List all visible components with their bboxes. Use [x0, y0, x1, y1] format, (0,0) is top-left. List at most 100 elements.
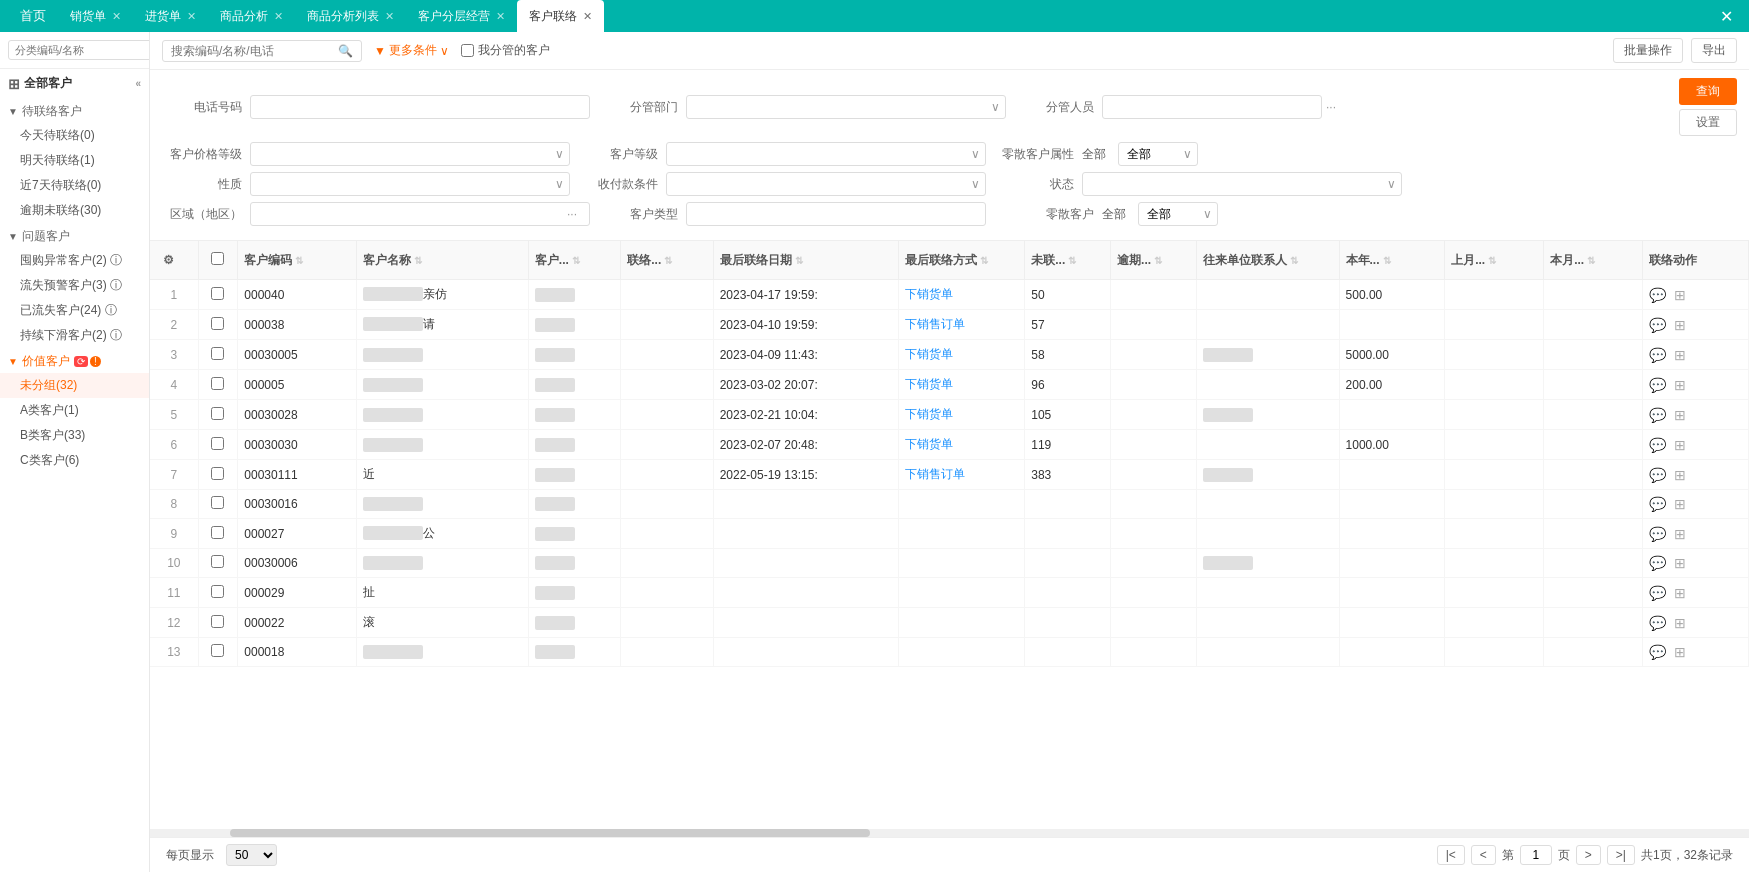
next-page-button[interactable]: >	[1576, 845, 1601, 865]
retail-customer-select[interactable]: 全部	[1138, 202, 1218, 226]
message-action-icon[interactable]: 💬	[1649, 407, 1666, 423]
gender-select[interactable]	[250, 172, 570, 196]
row-checkbox[interactable]	[211, 585, 224, 598]
col-header-uncontacted[interactable]: 未联... ⇅	[1025, 241, 1111, 280]
sales-tab[interactable]: 销货单 ✕	[58, 0, 133, 32]
purchase-tab[interactable]: 进货单 ✕	[133, 0, 208, 32]
window-close-button[interactable]: ✕	[1712, 7, 1741, 26]
message-action-icon[interactable]: 💬	[1649, 347, 1666, 363]
grid-action-icon[interactable]: ⊞	[1674, 287, 1686, 303]
col-header-contact[interactable]: 联络... ⇅	[621, 241, 713, 280]
value-customers-group[interactable]: ▼ 价值客户 ⟳ !	[0, 348, 149, 373]
contact-method-link[interactable]: 下销货单	[905, 287, 953, 301]
message-action-icon[interactable]: 💬	[1649, 377, 1666, 393]
sidebar-search-input[interactable]	[8, 40, 150, 60]
message-action-icon[interactable]: 💬	[1649, 555, 1666, 571]
prev-page-button[interactable]: <	[1471, 845, 1496, 865]
per-page-select[interactable]: 50 100	[226, 844, 277, 866]
select-all-checkbox[interactable]	[211, 252, 224, 265]
sidebar-item-7days-pending[interactable]: 近7天待联络(0)	[0, 173, 149, 198]
message-action-icon[interactable]: 💬	[1649, 644, 1666, 660]
table-settings-button[interactable]: ⚙	[156, 248, 180, 272]
customer-contact-tab[interactable]: 客户联络 ✕	[517, 0, 604, 32]
message-action-icon[interactable]: 💬	[1649, 437, 1666, 453]
grid-action-icon[interactable]: ⊞	[1674, 437, 1686, 453]
status-select[interactable]	[1082, 172, 1402, 196]
message-action-icon[interactable]: 💬	[1649, 467, 1666, 483]
pending-contact-group[interactable]: ▼ 待联络客户	[0, 98, 149, 123]
department-select[interactable]	[686, 95, 1006, 119]
message-action-icon[interactable]: 💬	[1649, 287, 1666, 303]
problem-customers-group[interactable]: ▼ 问题客户	[0, 223, 149, 248]
first-page-button[interactable]: |<	[1437, 845, 1465, 865]
contact-method-link[interactable]: 下销售订单	[905, 317, 965, 331]
retail-attr-select[interactable]: 全部	[1118, 142, 1198, 166]
region-dots-icon[interactable]: ···	[563, 207, 581, 221]
product-analysis-tab[interactable]: 商品分析 ✕	[208, 0, 295, 32]
message-action-icon[interactable]: 💬	[1649, 526, 1666, 542]
message-action-icon[interactable]: 💬	[1649, 615, 1666, 631]
customer-segment-tab-close[interactable]: ✕	[496, 10, 505, 23]
row-checkbox[interactable]	[211, 407, 224, 420]
customer-contact-tab-close[interactable]: ✕	[583, 10, 592, 23]
batch-operations-button[interactable]: 批量操作	[1613, 38, 1683, 63]
grid-action-icon[interactable]: ⊞	[1674, 467, 1686, 483]
row-checkbox[interactable]	[211, 347, 224, 360]
main-search-input[interactable]	[171, 44, 338, 58]
export-button[interactable]: 导出	[1691, 38, 1737, 63]
sidebar-collapse-icon[interactable]: «	[135, 78, 141, 89]
search-button[interactable]: 查询	[1679, 78, 1737, 105]
col-header-last-month[interactable]: 上月... ⇅	[1445, 241, 1544, 280]
contact-method-link[interactable]: 下销货单	[905, 347, 953, 361]
col-header-name[interactable]: 客户名称 ⇅	[357, 241, 529, 280]
manager-input[interactable]	[1102, 95, 1322, 119]
grid-action-icon[interactable]: ⊞	[1674, 615, 1686, 631]
row-checkbox[interactable]	[211, 555, 224, 568]
reset-button[interactable]: 设置	[1679, 109, 1737, 136]
row-checkbox[interactable]	[211, 526, 224, 539]
main-search-icon[interactable]: 🔍	[338, 44, 353, 58]
all-customers-header[interactable]: ⊞ 全部客户 «	[0, 69, 149, 98]
grid-action-icon[interactable]: ⊞	[1674, 526, 1686, 542]
col-header-this-month[interactable]: 本月... ⇅	[1544, 241, 1643, 280]
message-action-icon[interactable]: 💬	[1649, 585, 1666, 601]
more-conditions-button[interactable]: ▼ 更多条件 ∨	[374, 42, 449, 59]
sidebar-item-lost-customers[interactable]: 已流失客户(24) ⓘ	[0, 298, 149, 323]
customer-segment-tab[interactable]: 客户分层经营 ✕	[406, 0, 517, 32]
col-header-last-contact-date[interactable]: 最后联络日期 ⇅	[713, 241, 898, 280]
col-header-company-contact[interactable]: 往来单位联系人 ⇅	[1196, 241, 1339, 280]
contact-method-link[interactable]: 下销货单	[905, 437, 953, 451]
contact-method-link[interactable]: 下销货单	[905, 407, 953, 421]
row-checkbox[interactable]	[211, 496, 224, 509]
sidebar-item-declining[interactable]: 持续下滑客户(2) ⓘ	[0, 323, 149, 348]
grid-action-icon[interactable]: ⊞	[1674, 347, 1686, 363]
contact-method-link[interactable]: 下销售订单	[905, 467, 965, 481]
grid-action-icon[interactable]: ⊞	[1674, 644, 1686, 660]
sidebar-item-class-b[interactable]: B类客户(33)	[0, 423, 149, 448]
col-header-code[interactable]: 客户编码 ⇅	[238, 241, 357, 280]
price-level-select[interactable]	[250, 142, 570, 166]
sales-tab-close[interactable]: ✕	[112, 10, 121, 23]
row-checkbox[interactable]	[211, 317, 224, 330]
scroll-thumb[interactable]	[230, 829, 870, 837]
row-checkbox[interactable]	[211, 437, 224, 450]
page-number-input[interactable]	[1520, 845, 1552, 865]
row-checkbox[interactable]	[211, 467, 224, 480]
contact-method-link[interactable]: 下销货单	[905, 377, 953, 391]
message-action-icon[interactable]: 💬	[1649, 317, 1666, 333]
row-checkbox[interactable]	[211, 615, 224, 628]
product-analysis-list-tab-close[interactable]: ✕	[385, 10, 394, 23]
row-checkbox[interactable]	[211, 377, 224, 390]
grid-action-icon[interactable]: ⊞	[1674, 555, 1686, 571]
sidebar-item-overdue-pending[interactable]: 逾期未联络(30)	[0, 198, 149, 223]
row-checkbox[interactable]	[211, 287, 224, 300]
col-header-this-year[interactable]: 本年... ⇅	[1339, 241, 1445, 280]
sidebar-item-hoarding-abnormal[interactable]: 囤购异常客户(2) ⓘ	[0, 248, 149, 273]
product-analysis-list-tab[interactable]: 商品分析列表 ✕	[295, 0, 406, 32]
sidebar-item-class-a[interactable]: A类客户(1)	[0, 398, 149, 423]
grid-action-icon[interactable]: ⊞	[1674, 317, 1686, 333]
col-header-last-contact-method[interactable]: 最后联络方式 ⇅	[898, 241, 1025, 280]
grid-action-icon[interactable]: ⊞	[1674, 496, 1686, 512]
payment-terms-select[interactable]	[666, 172, 986, 196]
manager-dots-icon[interactable]: ···	[1322, 100, 1340, 114]
